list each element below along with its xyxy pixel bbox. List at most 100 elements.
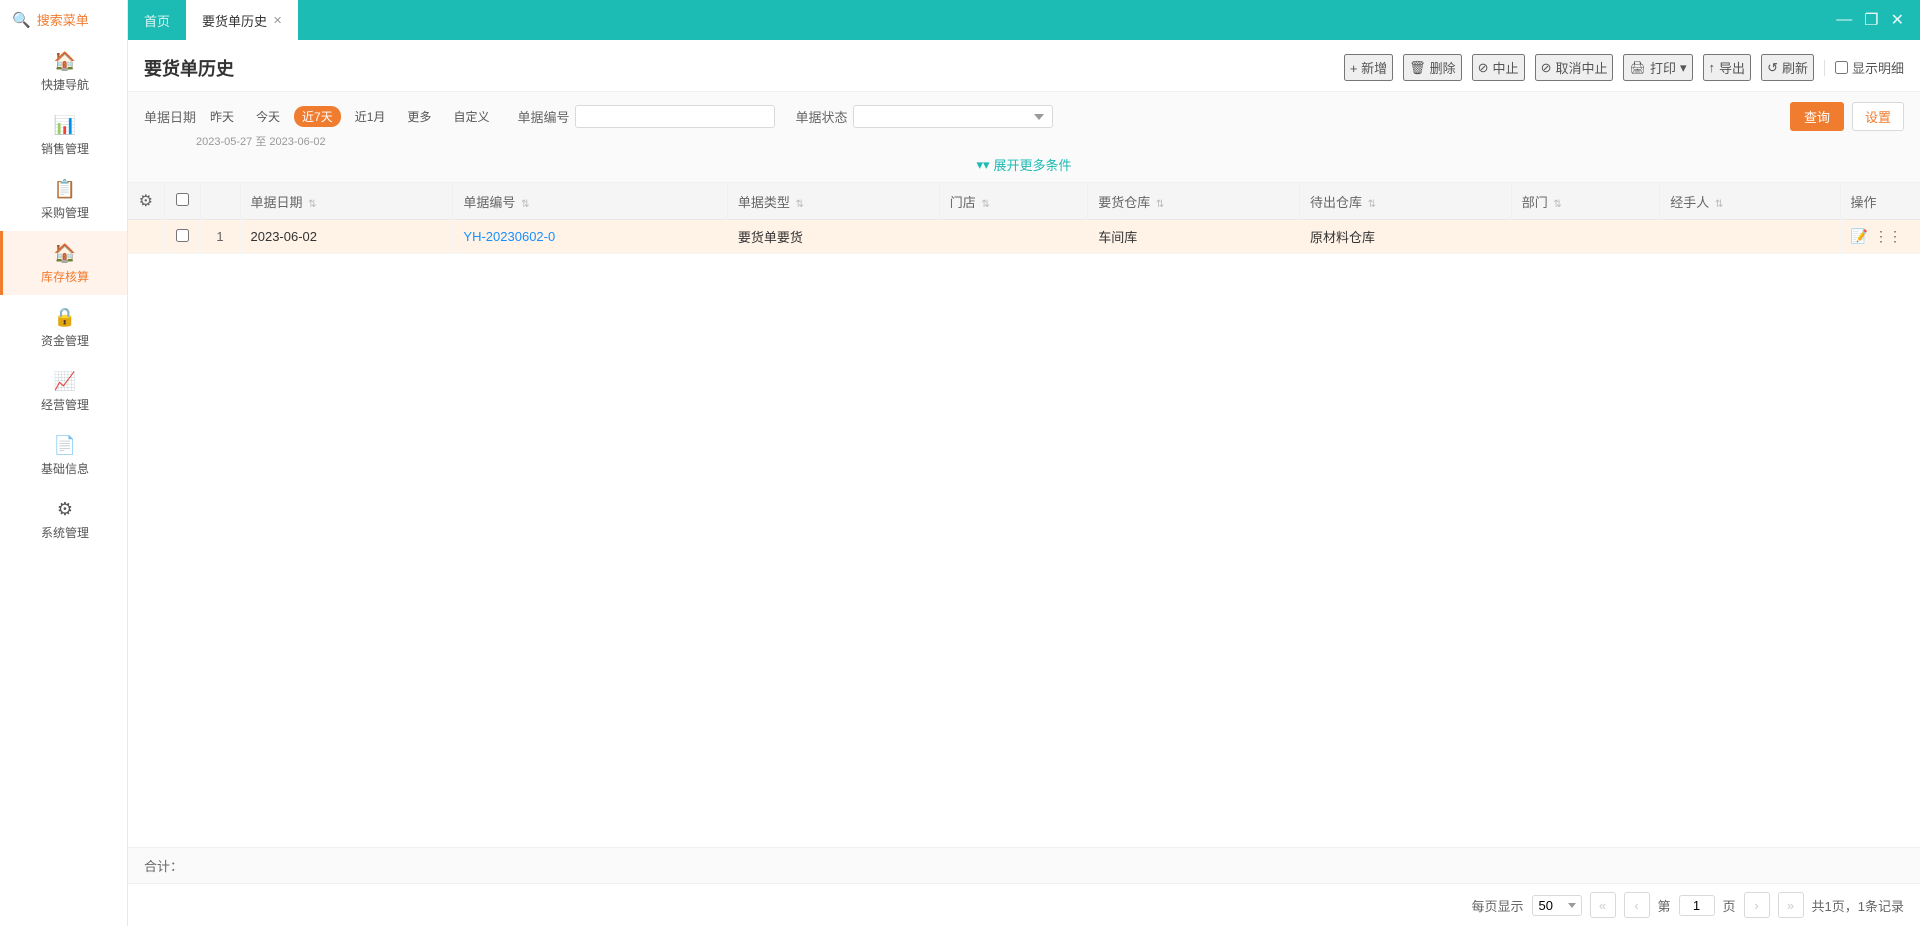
page-title: 要货单历史 [144, 55, 234, 81]
expand-label: 展开更多条件 [994, 155, 1072, 174]
expand-more-btn[interactable]: ▾▾ 展开更多条件 [144, 155, 1904, 174]
display-detail-label: 显示明细 [1852, 58, 1904, 77]
topbar: 首页 要货单历史 ✕ — ❐ ✕ [128, 0, 1920, 40]
delete-button[interactable]: 🗑 删除 [1403, 54, 1462, 81]
sidebar-item-label: 采购管理 [41, 204, 89, 221]
row-number: YH-20230602-0 [453, 220, 727, 254]
tab-home[interactable]: 首页 [128, 0, 186, 40]
stop-button[interactable]: ⊘ 中止 [1472, 54, 1525, 81]
row-edit-icon[interactable]: 📝 [1851, 228, 1868, 245]
settings-button[interactable]: 设置 [1852, 102, 1904, 131]
sidebar-item-purchase[interactable]: 📋 采购管理 [0, 167, 127, 231]
window-close-icon[interactable]: ✕ [1891, 10, 1904, 30]
print-dropdown-icon: ▾ [1680, 60, 1687, 76]
select-all-checkbox[interactable] [176, 193, 189, 206]
refresh-label: 刷新 [1782, 58, 1808, 77]
content-area: 要货单历史 + 新增 🗑 删除 ⊘ 中止 ⊘ 取消中止 🖨 [128, 40, 1920, 926]
cancel-stop-button[interactable]: ⊘ 取消中止 [1535, 54, 1614, 81]
date-btn-custom[interactable]: 自定义 [445, 106, 497, 127]
system-icon: ⚙ [57, 499, 73, 520]
filter-buttons: 查询 设置 [1790, 102, 1904, 131]
row-checkbox-cell [164, 220, 200, 254]
basic-icon: 📄 [54, 435, 76, 456]
col-pending-warehouse: 待出仓库 ⇅ [1299, 183, 1511, 220]
new-label: + 新增 [1350, 58, 1387, 77]
next-page-btn[interactable]: › [1744, 892, 1770, 918]
col-store-sort[interactable]: ⇅ [981, 199, 989, 210]
row-checkbox[interactable] [176, 229, 189, 242]
row-store [939, 220, 1088, 254]
col-type-sort[interactable]: ⇅ [796, 199, 804, 210]
sidebar-item-sales[interactable]: 📊 销售管理 [0, 103, 127, 167]
tab-close-icon[interactable]: ✕ [273, 14, 282, 27]
sidebar-item-label: 销售管理 [41, 140, 89, 157]
date-btn-yesterday[interactable]: 昨天 [202, 106, 242, 127]
col-date-label: 单据日期 [251, 195, 303, 210]
col-req-warehouse-label: 要货仓库 [1098, 195, 1150, 210]
row-actions: 📝 ⋮⋮ [1851, 228, 1911, 245]
filter-row: 单据日期 昨天 今天 近7天 近1月 更多 自定义 单据编号 单据状态 [144, 102, 1904, 131]
tab-requisition-history[interactable]: 要货单历史 ✕ [186, 0, 298, 40]
table-row: 1 2023-06-02 YH-20230602-0 要货单要货 车间库 原材料… [128, 220, 1920, 254]
refresh-button[interactable]: ↺ 刷新 [1761, 54, 1814, 81]
col-handler-sort[interactable]: ⇅ [1715, 199, 1723, 210]
doc-number-input[interactable] [575, 105, 775, 128]
stop-label: 中止 [1493, 58, 1519, 77]
window-restore-icon[interactable]: ❐ [1864, 10, 1878, 30]
date-btn-more[interactable]: 更多 [399, 106, 439, 127]
doc-number-link[interactable]: YH-20230602-0 [463, 229, 555, 244]
print-button[interactable]: 🖨 打印 ▾ [1623, 54, 1692, 81]
date-btn-today[interactable]: 今天 [248, 106, 288, 127]
table-area: ⚙ 单据日期 ⇅ 单据编号 ⇅ [128, 183, 1920, 847]
status-select[interactable] [853, 105, 1053, 128]
per-page-select[interactable]: 10 20 50 100 [1532, 895, 1582, 916]
print-icon: 🖨 [1629, 60, 1646, 76]
col-req-warehouse-sort[interactable]: ⇅ [1156, 199, 1164, 210]
sum-label: 合计： [144, 859, 183, 874]
row-action-cell: 📝 ⋮⋮ [1840, 220, 1920, 254]
doc-number-filter-group: 单据编号 [517, 105, 775, 128]
col-number-sort[interactable]: ⇅ [521, 199, 529, 210]
first-page-btn[interactable]: « [1590, 892, 1616, 918]
new-button[interactable]: + 新增 [1344, 54, 1393, 81]
main-area: 首页 要货单历史 ✕ — ❐ ✕ 要货单历史 + 新增 🗑 删除 [128, 0, 1920, 926]
row-date: 2023-06-02 [240, 220, 453, 254]
date-btn-7days[interactable]: 近7天 [294, 106, 341, 127]
col-department-sort[interactable]: ⇅ [1553, 199, 1561, 210]
row-num: 1 [200, 220, 240, 254]
export-button[interactable]: ↑ 导出 [1703, 54, 1752, 81]
col-req-warehouse: 要货仓库 ⇅ [1088, 183, 1300, 220]
per-page-label: 每页显示 [1471, 896, 1523, 915]
col-pending-warehouse-sort[interactable]: ⇅ [1368, 199, 1376, 210]
row-handler [1660, 220, 1840, 254]
prev-page-btn[interactable]: ‹ [1624, 892, 1650, 918]
window-min-icon[interactable]: — [1836, 11, 1852, 29]
display-detail-checkbox[interactable] [1835, 61, 1848, 74]
sidebar-item-quick-nav[interactable]: 🏠 快捷导航 [0, 39, 127, 103]
date-range-display: 2023-05-27 至 2023-06-02 [144, 133, 1904, 149]
export-label: 导出 [1719, 58, 1745, 77]
row-more-icon[interactable]: ⋮⋮ [1874, 228, 1902, 245]
query-button[interactable]: 查询 [1790, 102, 1844, 131]
sidebar-search[interactable]: 🔍 搜索菜单 [0, 0, 127, 39]
col-department: 部门 ⇅ [1511, 183, 1660, 220]
col-settings: ⚙ [128, 183, 164, 220]
tab-requisition-label: 要货单历史 [202, 11, 267, 30]
sidebar-item-inventory[interactable]: 🏠 库存核算 [0, 231, 127, 295]
date-btn-1month[interactable]: 近1月 [347, 106, 394, 127]
row-req-warehouse: 车间库 [1088, 220, 1300, 254]
table-settings-icon[interactable]: ⚙ [139, 193, 153, 210]
sidebar-item-label: 库存核算 [41, 268, 89, 285]
col-date-sort[interactable]: ⇅ [308, 199, 316, 210]
sidebar: 🔍 搜索菜单 🏠 快捷导航 📊 销售管理 📋 采购管理 🏠 库存核算 🔒 资金管… [0, 0, 128, 926]
sidebar-item-basic[interactable]: 📄 基础信息 [0, 423, 127, 487]
delete-label: 删除 [1430, 58, 1456, 77]
col-store-label: 门店 [950, 195, 976, 210]
sidebar-item-finance[interactable]: 🔒 资金管理 [0, 295, 127, 359]
sidebar-item-system[interactable]: ⚙ 系统管理 [0, 487, 127, 551]
sidebar-item-operations[interactable]: 📈 经营管理 [0, 359, 127, 423]
data-table: ⚙ 单据日期 ⇅ 单据编号 ⇅ [128, 183, 1920, 254]
display-detail-checkbox-label[interactable]: 显示明细 [1835, 58, 1904, 77]
last-page-btn[interactable]: » [1778, 892, 1804, 918]
page-input[interactable] [1679, 895, 1715, 916]
